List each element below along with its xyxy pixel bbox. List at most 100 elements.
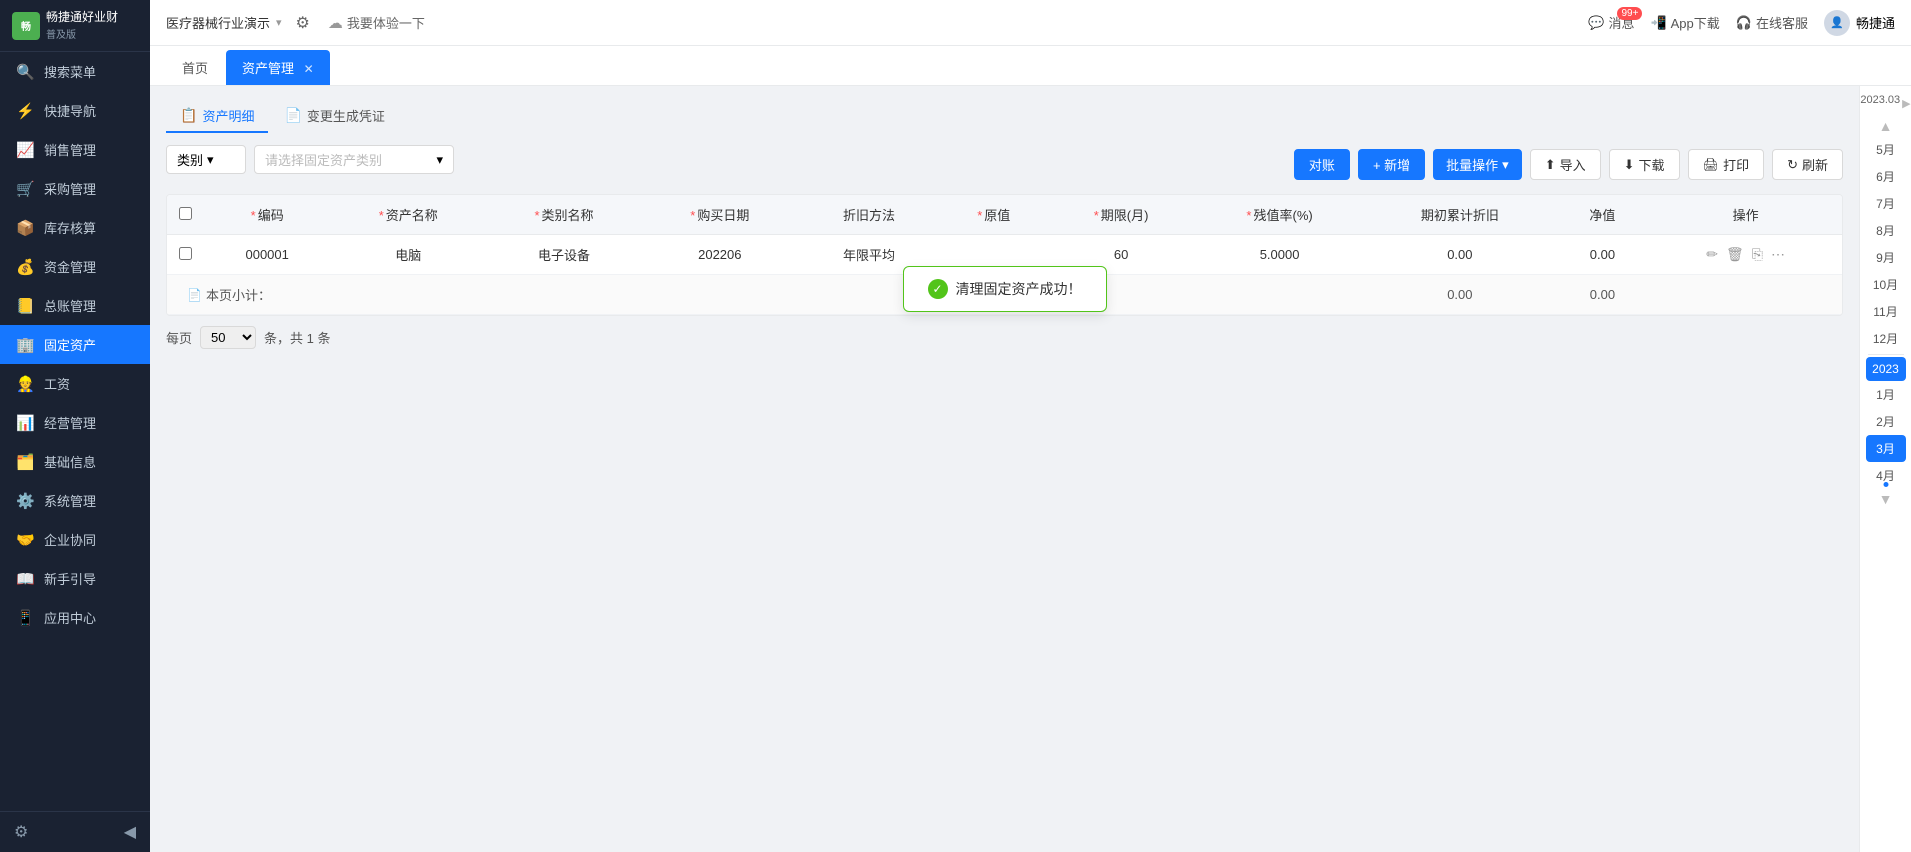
refresh-icon: ↻ [1787, 157, 1798, 173]
per-page-select[interactable]: 50 10 20 100 [200, 326, 256, 349]
company-name: 医疗器械行业演示 [166, 13, 270, 32]
sidebar-item-purchase[interactable]: 🛒 采购管理 [0, 169, 150, 208]
tab-asset-label: 资产管理 [242, 61, 294, 76]
calendar-month-4[interactable]: 4月 [1866, 462, 1906, 489]
sidebar-item-ops[interactable]: 📊 经营管理 [0, 403, 150, 442]
sidebar-label-fixed: 固定资产 [44, 335, 96, 354]
sidebar-scroll: 🔍 搜索菜单 ⚡ 快捷导航 📈 销售管理 🛒 采购管理 📦 库存核算 💰 资金管… [0, 52, 150, 811]
company-chevron-icon: ▾ [276, 16, 282, 29]
sidebar-item-collab[interactable]: 🤝 企业协同 [0, 520, 150, 559]
app-download-btn[interactable]: 📲 App下载 [1650, 13, 1719, 32]
export-icon: ⬆ [1545, 157, 1556, 173]
tab-asset[interactable]: 资产管理 ✕ [226, 50, 330, 85]
calendar-scroll-up[interactable]: ▲ [1877, 116, 1895, 136]
success-toast: ✓ 清理固定资产成功！ [903, 266, 1107, 312]
online-service-label: 在线客服 [1756, 13, 1808, 32]
category-placeholder: 请选择固定资产类别 [265, 150, 432, 169]
user-menu[interactable]: 👤 畅捷通 [1824, 10, 1895, 36]
expand-icon[interactable]: ▶ [1902, 97, 1910, 110]
sidebar-label-ledger: 总账管理 [44, 296, 96, 315]
cell-name: 电脑 [330, 235, 486, 275]
settings-bottom-icon[interactable]: ⚙ [14, 822, 28, 842]
sidebar-item-funds[interactable]: 💰 资金管理 [0, 247, 150, 286]
reconcile-button[interactable]: 对账 [1294, 149, 1350, 180]
sidebar-item-apps[interactable]: 📱 应用中心 [0, 598, 150, 637]
category-filter[interactable]: 类别 ▾ [166, 145, 246, 174]
total-count: 条，共 1 条 [264, 328, 330, 347]
calendar-month-12[interactable]: 12月 [1866, 325, 1906, 352]
service-icon: 🎧 [1736, 15, 1752, 31]
sidebar-item-wages[interactable]: 👷 工资 [0, 364, 150, 403]
subtotal-accumulated: 0.00 [1364, 275, 1555, 315]
batch-button[interactable]: 批量操作 ▾ [1433, 149, 1522, 180]
calendar-month-8[interactable]: 8月 [1866, 217, 1906, 244]
sidebar-item-sales[interactable]: 📈 销售管理 [0, 130, 150, 169]
company-selector[interactable]: 医疗器械行业演示 ▾ [166, 13, 282, 32]
sidebar-item-system[interactable]: ⚙️ 系统管理 [0, 481, 150, 520]
pagination: 每页 50 10 20 100 条，共 1 条 [166, 316, 1843, 349]
logo-icon: 畅 [12, 12, 40, 40]
download-button[interactable]: ⬇ 下载 [1609, 149, 1680, 180]
calendar-year-2023[interactable]: 2023 [1866, 357, 1906, 381]
calendar-month-1[interactable]: 1月 [1866, 381, 1906, 408]
sidebar-item-ledger[interactable]: 📒 总账管理 [0, 286, 150, 325]
cell-buy-date: 202206 [642, 235, 798, 275]
experience-btn[interactable]: ☁ 我要体验一下 [328, 13, 425, 32]
sidebar-item-search[interactable]: 🔍 搜索菜单 [0, 52, 150, 91]
sub-tab-detail-label: 资产明细 [202, 106, 254, 125]
sidebar-item-guide[interactable]: 📖 新手引导 [0, 559, 150, 598]
edit-icon[interactable]: ✏ [1706, 246, 1718, 263]
th-ops: 操作 [1649, 195, 1842, 235]
th-accumulated: 期初累计折旧 [1364, 195, 1555, 235]
collapse-sidebar-icon[interactable]: ◀ [124, 822, 136, 842]
row-checkbox[interactable] [179, 247, 192, 260]
sidebar-item-quicknav[interactable]: ⚡ 快捷导航 [0, 91, 150, 130]
basic-icon: 🗂️ [16, 453, 34, 471]
calendar-month-9[interactable]: 9月 [1866, 244, 1906, 271]
select-all-checkbox[interactable] [179, 207, 192, 220]
cell-category: 电子设备 [486, 235, 642, 275]
topbar-settings-icon[interactable]: ⚙ [296, 13, 310, 33]
calendar-scroll-down[interactable]: ▼ [1877, 489, 1895, 509]
filter-chevron-icon: ▾ [207, 152, 214, 168]
message-btn[interactable]: 💬 消息 99+ [1588, 13, 1634, 32]
sub-tabs: 📋 资产明细 📄 变更生成凭证 [166, 100, 1843, 133]
calendar-month-2[interactable]: 2月 [1866, 408, 1906, 435]
tab-close-icon[interactable]: ✕ [304, 62, 314, 76]
cell-accumulated: 0.00 [1364, 235, 1555, 275]
category-select[interactable]: 请选择固定资产类别 ▾ [254, 145, 454, 174]
voucher-tab-icon: 📄 [284, 107, 301, 124]
detail-tab-icon: 📋 [180, 107, 197, 124]
th-buy-date: *购买日期 [642, 195, 798, 235]
sidebar-label-guide: 新手引导 [44, 569, 96, 588]
calendar-month-3[interactable]: 3月 [1866, 435, 1906, 462]
sidebar-item-inventory[interactable]: 📦 库存核算 [0, 208, 150, 247]
calendar-month-5[interactable]: 5月 [1866, 136, 1906, 163]
delete-icon[interactable]: 🗑 [1726, 246, 1744, 263]
sidebar-item-basic[interactable]: 🗂️ 基础信息 [0, 442, 150, 481]
refresh-button[interactable]: ↻ 刷新 [1772, 149, 1843, 180]
sidebar-label-quicknav: 快捷导航 [44, 101, 96, 120]
cell-ops: ✏ 🗑 ⎘ ⋯ [1649, 235, 1842, 275]
export-button[interactable]: ⬆ 导入 [1530, 149, 1601, 180]
online-service-btn[interactable]: 🎧 在线客服 [1736, 13, 1808, 32]
sidebar-label-funds: 资金管理 [44, 257, 96, 276]
per-page-label: 每页 [166, 328, 192, 347]
topbar-right: 💬 消息 99+ 📲 App下载 🎧 在线客服 👤 畅捷通 [1588, 10, 1895, 36]
calendar-month-6[interactable]: 6月 [1866, 163, 1906, 190]
calendar-month-11[interactable]: 11月 [1866, 298, 1906, 325]
sub-tab-voucher[interactable]: 📄 变更生成凭证 [270, 100, 398, 133]
new-button[interactable]: + 新增 [1358, 149, 1425, 180]
print-button[interactable]: 🖨 打印 [1688, 149, 1765, 180]
sidebar-label-system: 系统管理 [44, 491, 96, 510]
more-icon[interactable]: ⋯ [1771, 246, 1785, 263]
export-label: 导入 [1560, 155, 1586, 174]
calendar-month-10[interactable]: 10月 [1866, 271, 1906, 298]
tab-home[interactable]: 首页 [166, 50, 224, 85]
copy-icon[interactable]: ⎘ [1752, 246, 1763, 263]
sidebar-item-fixed[interactable]: 🏢 固定资产 [0, 325, 150, 364]
sub-tab-detail[interactable]: 📋 资产明细 [166, 100, 268, 133]
sidebar-label-collab: 企业协同 [44, 530, 96, 549]
calendar-month-7[interactable]: 7月 [1866, 190, 1906, 217]
money-icon: 💰 [16, 258, 34, 276]
